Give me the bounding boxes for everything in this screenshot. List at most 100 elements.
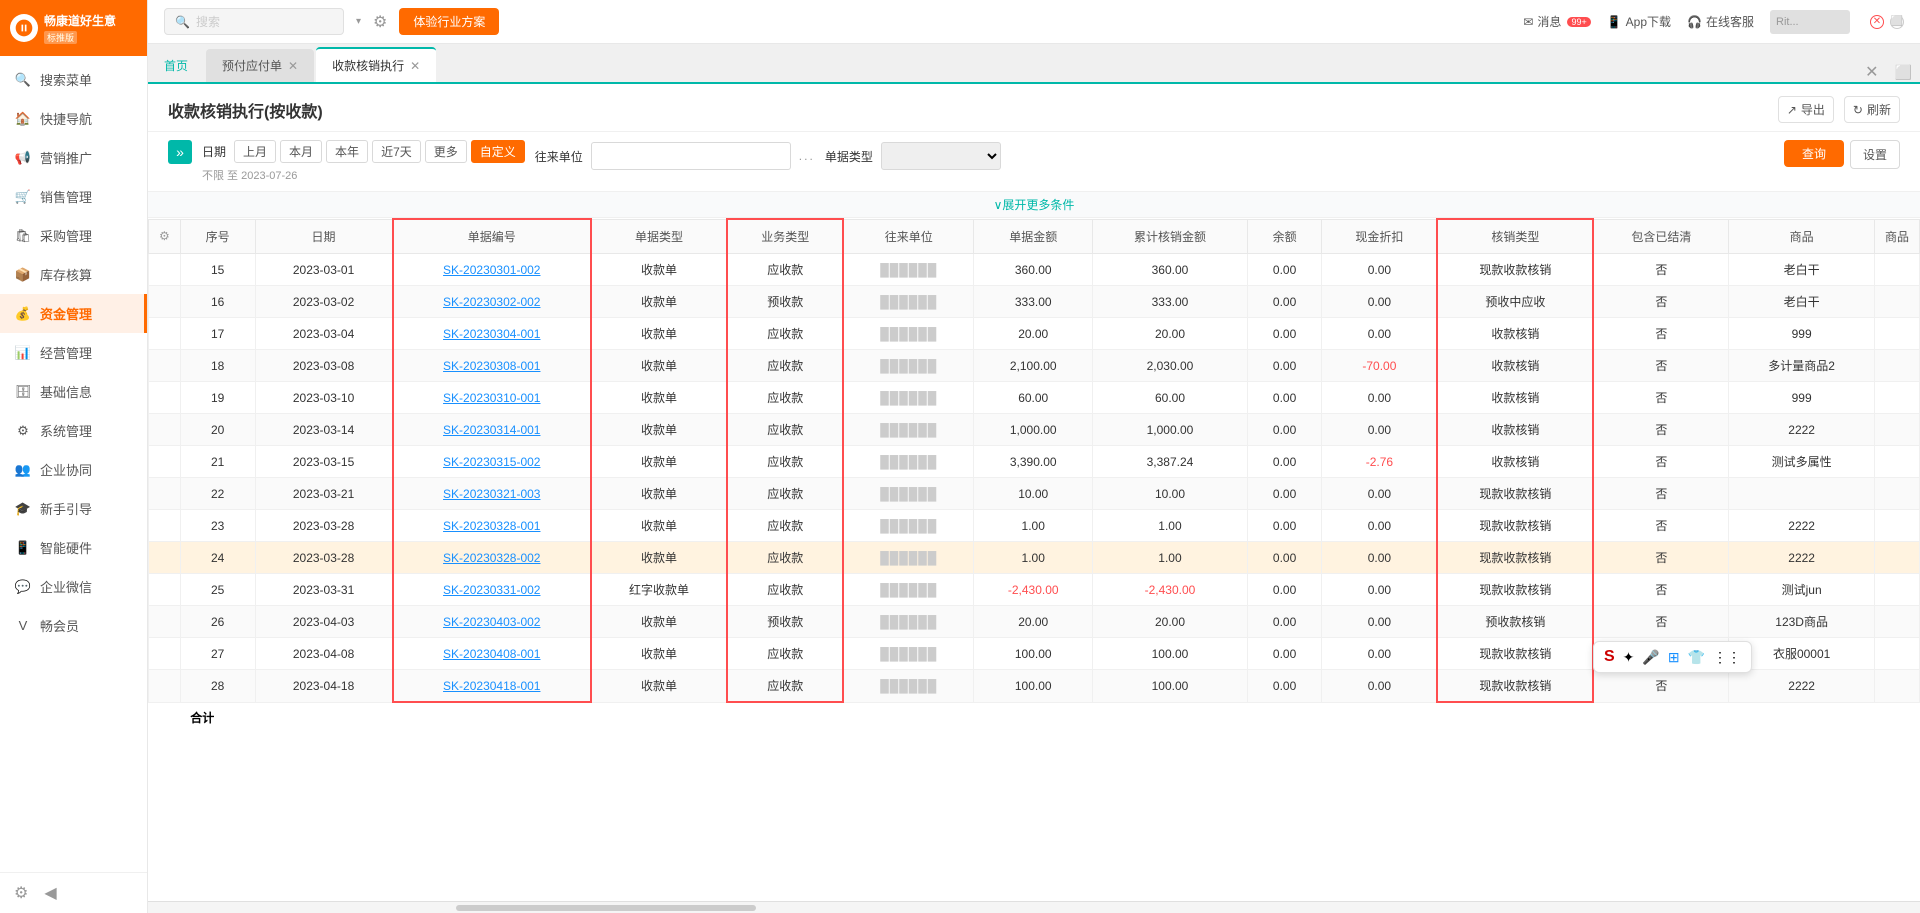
mic-icon[interactable]: 🎤 — [1642, 649, 1659, 666]
cell-doc-no[interactable]: SK-20230304-001 — [393, 318, 591, 350]
industry-solution-button[interactable]: 体验行业方案 — [399, 8, 499, 35]
sidebar-item-system[interactable]: ⚙ 系统管理 — [0, 411, 147, 450]
cell-doc-no[interactable]: SK-20230418-001 — [393, 670, 591, 703]
table-row: 182023-03-08SK-20230308-001收款单应收款██████2… — [149, 350, 1920, 382]
tab-receipt-close[interactable]: ✕ — [410, 59, 420, 73]
settings-bottom-icon[interactable]: ⚙ — [14, 883, 28, 903]
last-7-days-btn[interactable]: 近7天 — [372, 140, 421, 163]
cell-seq: 15 — [180, 254, 255, 286]
custom-date-btn[interactable]: 自定义 — [471, 140, 525, 163]
cell-doc-no[interactable]: SK-20230301-002 — [393, 254, 591, 286]
this-year-btn[interactable]: 本年 — [326, 140, 368, 163]
sidebar-item-guide[interactable]: 🎓 新手引导 — [0, 489, 147, 528]
tab-home[interactable]: 首页 — [148, 49, 204, 82]
cell-date: 2023-03-14 — [255, 414, 393, 446]
window-close-button[interactable]: ✕ — [1870, 15, 1884, 29]
cell-doc-no[interactable]: SK-20230321-003 — [393, 478, 591, 510]
cell-doc-no[interactable]: SK-20230308-001 — [393, 350, 591, 382]
sidebar-item-search[interactable]: 🔍 搜索菜单 — [0, 60, 147, 99]
app-logo: 畅康道好生意 标推版 — [0, 0, 147, 56]
filter-toggle-button[interactable]: » — [168, 140, 192, 164]
col-amount: 单据金额 — [974, 219, 1093, 254]
more-dates-btn[interactable]: 更多 — [425, 140, 467, 163]
cell-doc-no[interactable]: SK-20230328-001 — [393, 510, 591, 542]
tab-expand[interactable]: ⬜ — [1887, 64, 1920, 81]
cell-doc-type: 收款单 — [591, 382, 727, 414]
sidebar-item-enterprise[interactable]: 👥 企业协同 — [0, 450, 147, 489]
cell-verify-type: 收款核销 — [1437, 446, 1593, 478]
sidebar-item-purchase[interactable]: 🛍 采购管理 — [0, 216, 147, 255]
tab-close-all[interactable]: ✕ — [1857, 62, 1886, 82]
settings-icon[interactable]: ⚙ — [373, 12, 387, 32]
cell-doc-no[interactable]: SK-20230314-001 — [393, 414, 591, 446]
sidebar-item-member[interactable]: V 畅会员 — [0, 606, 147, 645]
user-avatar[interactable]: Rit... — [1770, 10, 1850, 34]
star-icon[interactable]: ✦ — [1623, 649, 1635, 666]
cell-discount: 0.00 — [1322, 286, 1437, 318]
more-filter-options[interactable]: ... — [799, 149, 815, 163]
cell-doc-no[interactable]: SK-20230315-002 — [393, 446, 591, 478]
col-setting[interactable]: ⚙ — [149, 219, 181, 254]
cell-doc-no[interactable]: SK-20230302-002 — [393, 286, 591, 318]
cell-amount: 2,100.00 — [974, 350, 1093, 382]
sidebar-item-quick-nav[interactable]: 🏠 快捷导航 — [0, 99, 147, 138]
cell-seq: 26 — [180, 606, 255, 638]
online-service-group[interactable]: 🎧 在线客服 — [1687, 13, 1754, 30]
cell-partner: ██████ — [843, 254, 973, 286]
query-button[interactable]: 查询 — [1784, 140, 1844, 167]
horizontal-scrollbar[interactable] — [148, 901, 1920, 913]
grid-icon[interactable]: ⊞ — [1668, 649, 1680, 666]
app-download-group[interactable]: 📱 App下载 — [1607, 13, 1671, 30]
cell-product2 — [1874, 606, 1919, 638]
cell-product2 — [1874, 574, 1919, 606]
tab-receipt[interactable]: 收款核销执行 ✕ — [316, 47, 436, 82]
cell-discount: 0.00 — [1322, 414, 1437, 446]
sidebar-item-marketing[interactable]: 📢 营销推广 — [0, 138, 147, 177]
sidebar-item-base[interactable]: 🗄 基础信息 — [0, 372, 147, 411]
sidebar-item-operation[interactable]: 📊 经营管理 — [0, 333, 147, 372]
sidebar-item-sales[interactable]: 🛒 销售管理 — [0, 177, 147, 216]
cell-setting — [149, 542, 181, 574]
last-month-btn[interactable]: 上月 — [234, 140, 276, 163]
expand-more-conditions[interactable]: ∨ 展开更多条件 — [148, 192, 1920, 218]
cell-doc-no[interactable]: SK-20230408-001 — [393, 638, 591, 670]
cell-setting — [149, 574, 181, 606]
scrollbar-thumb[interactable] — [456, 905, 756, 911]
cell-setting — [149, 446, 181, 478]
receipt-type-select[interactable] — [881, 142, 1001, 170]
collapse-icon[interactable]: ◀ — [44, 883, 56, 903]
cell-product2 — [1874, 382, 1919, 414]
sidebar-item-wechat[interactable]: 💬 企业微信 — [0, 567, 147, 606]
cell-date: 2023-03-28 — [255, 542, 393, 574]
tab-prepay[interactable]: 预付应付单 ✕ — [206, 49, 314, 82]
cell-doc-no[interactable]: SK-20230310-001 — [393, 382, 591, 414]
database-icon: 🗄 — [14, 383, 32, 401]
messages-group[interactable]: ✉ 消息 99+ — [1523, 13, 1590, 30]
tab-prepay-close[interactable]: ✕ — [288, 59, 298, 73]
cell-amount: 1.00 — [974, 510, 1093, 542]
sidebar-item-finance[interactable]: 💰 资金管理 — [0, 294, 147, 333]
export-button[interactable]: ↗ 导出 — [1778, 96, 1834, 123]
this-month-btn[interactable]: 本月 — [280, 140, 322, 163]
cell-seq: 25 — [180, 574, 255, 606]
filter-settings-button[interactable]: 设置 — [1850, 140, 1900, 169]
tshirt-icon[interactable]: 👕 — [1688, 649, 1705, 666]
global-search[interactable]: 🔍 搜索 — [164, 8, 344, 35]
cell-doc-no[interactable]: SK-20230328-002 — [393, 542, 591, 574]
sidebar-item-hardware[interactable]: 📱 智能硬件 — [0, 528, 147, 567]
cell-doc-type: 收款单 — [591, 254, 727, 286]
partner-input[interactable] — [591, 142, 791, 170]
refresh-button[interactable]: ↻ 刷新 — [1844, 96, 1900, 123]
cell-doc-type: 收款单 — [591, 446, 727, 478]
cell-verify-amount: 10.00 — [1093, 478, 1247, 510]
col-biz-type: 业务类型 — [727, 219, 843, 254]
apps-icon[interactable]: ⋮⋮ — [1713, 649, 1741, 666]
table-row: 282023-04-18SK-20230418-001收款单应收款██████1… — [149, 670, 1920, 703]
cell-doc-no[interactable]: SK-20230403-002 — [393, 606, 591, 638]
cell-partner: ██████ — [843, 446, 973, 478]
window-maximize-button[interactable]: ⬜ — [1890, 15, 1904, 29]
cell-doc-no[interactable]: SK-20230331-002 — [393, 574, 591, 606]
cell-seq: 16 — [180, 286, 255, 318]
dropdown-chevron[interactable]: ▾ — [356, 16, 361, 27]
sidebar-item-inventory[interactable]: 📦 库存核算 — [0, 255, 147, 294]
